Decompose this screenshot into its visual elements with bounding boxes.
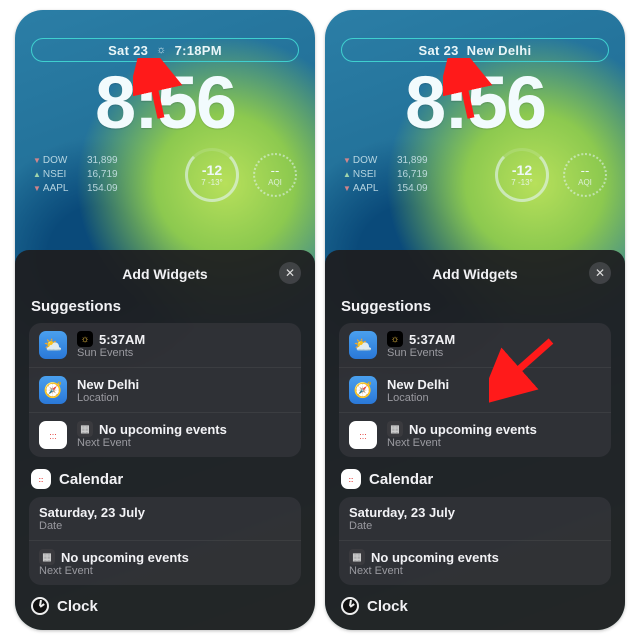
compass-icon: 🧭 bbox=[349, 376, 377, 404]
date-widget-slot[interactable]: Sat 23 New Delhi bbox=[341, 38, 609, 62]
calendar-date-row[interactable]: Saturday, 23 JulyDate bbox=[339, 497, 611, 540]
suggestions-label: Suggestions bbox=[31, 298, 301, 315]
close-icon: ✕ bbox=[285, 266, 295, 280]
widget-row: DOW31,899 NSEI16,719 AAPL154.09 -12 7 -1… bbox=[325, 140, 625, 202]
lock-screen-time: 8:56 bbox=[325, 66, 625, 140]
phone-screenshot-left: Sat 23 ☼ 7:18PM 8:56 DOW31,899 NSEI16,71… bbox=[15, 10, 315, 630]
date-text: Sat 23 bbox=[419, 43, 459, 58]
suggestion-location[interactable]: 🧭 New DelhiLocation bbox=[29, 367, 301, 412]
sheet-title: Add Widgets bbox=[432, 266, 517, 282]
stocks-widget[interactable]: DOW31,899 NSEI16,719 AAPL154.09 bbox=[33, 154, 171, 196]
close-button[interactable]: ✕ bbox=[589, 262, 611, 284]
suggestion-next-event[interactable]: ::: ▦No upcoming eventsNext Event bbox=[339, 412, 611, 457]
sunset-icon: ☼ bbox=[156, 44, 166, 56]
aqi-widget[interactable]: -- AQI bbox=[253, 153, 297, 197]
suggestions-label: Suggestions bbox=[341, 298, 611, 315]
sheet-title: Add Widgets bbox=[122, 266, 207, 282]
phone-screenshot-right: Sat 23 New Delhi 8:56 DOW31,899 NSEI16,7… bbox=[325, 10, 625, 630]
weather-widget[interactable]: -12 7 -13° bbox=[495, 148, 549, 202]
calendar-section-label: :: Calendar bbox=[31, 469, 301, 489]
calendar-event-row[interactable]: ▦No upcoming eventsNext Event bbox=[339, 540, 611, 585]
close-button[interactable]: ✕ bbox=[279, 262, 301, 284]
date-extra: New Delhi bbox=[467, 43, 532, 58]
clock-icon bbox=[31, 597, 49, 615]
date-extra: 7:18PM bbox=[175, 43, 222, 58]
add-widgets-sheet: Add Widgets ✕ Suggestions ⛅ ☼5:37AMSun E… bbox=[15, 250, 315, 630]
calendar-event-row[interactable]: ▦No upcoming eventsNext Event bbox=[29, 540, 301, 585]
suggestion-sun-events[interactable]: ⛅ ☼5:37AMSun Events bbox=[29, 323, 301, 367]
calendar-card: Saturday, 23 JulyDate ▦No upcoming event… bbox=[29, 497, 301, 585]
weather-icon: ⛅ bbox=[349, 331, 377, 359]
calendar-icon: :: bbox=[341, 469, 361, 489]
calendar-icon: ::: bbox=[39, 421, 67, 449]
event-icon: ▦ bbox=[349, 549, 365, 565]
date-text: Sat 23 bbox=[108, 43, 148, 58]
event-icon: ▦ bbox=[77, 421, 93, 437]
calendar-section-label: :: Calendar bbox=[341, 469, 611, 489]
close-icon: ✕ bbox=[595, 266, 605, 280]
suggestion-next-event[interactable]: ::: ▦No upcoming eventsNext Event bbox=[29, 412, 301, 457]
suggestions-card: ⛅ ☼5:37AMSun Events 🧭 New DelhiLocation … bbox=[339, 323, 611, 457]
weather-icon: ⛅ bbox=[39, 331, 67, 359]
clock-section-label: Clock bbox=[341, 597, 611, 615]
calendar-icon: :: bbox=[31, 469, 51, 489]
calendar-card: Saturday, 23 JulyDate ▦No upcoming event… bbox=[339, 497, 611, 585]
lock-screen-time: 8:56 bbox=[15, 66, 315, 140]
suggestions-card: ⛅ ☼5:37AMSun Events 🧭 New DelhiLocation … bbox=[29, 323, 301, 457]
aqi-widget[interactable]: -- AQI bbox=[563, 153, 607, 197]
add-widgets-sheet: Add Widgets ✕ Suggestions ⛅ ☼5:37AMSun E… bbox=[325, 250, 625, 630]
suggestion-location[interactable]: 🧭 New DelhiLocation bbox=[339, 367, 611, 412]
sun-icon: ☼ bbox=[387, 331, 403, 347]
event-icon: ▦ bbox=[387, 421, 403, 437]
weather-widget[interactable]: -12 7 -13° bbox=[185, 148, 239, 202]
widget-row: DOW31,899 NSEI16,719 AAPL154.09 -12 7 -1… bbox=[15, 140, 315, 202]
clock-icon bbox=[341, 597, 359, 615]
compass-icon: 🧭 bbox=[39, 376, 67, 404]
calendar-date-row[interactable]: Saturday, 23 JulyDate bbox=[29, 497, 301, 540]
stocks-widget[interactable]: DOW31,899 NSEI16,719 AAPL154.09 bbox=[343, 154, 481, 196]
clock-section-label: Clock bbox=[31, 597, 301, 615]
suggestion-sun-events[interactable]: ⛅ ☼5:37AMSun Events bbox=[339, 323, 611, 367]
event-icon: ▦ bbox=[39, 549, 55, 565]
calendar-icon: ::: bbox=[349, 421, 377, 449]
sun-icon: ☼ bbox=[77, 331, 93, 347]
date-widget-slot[interactable]: Sat 23 ☼ 7:18PM bbox=[31, 38, 299, 62]
